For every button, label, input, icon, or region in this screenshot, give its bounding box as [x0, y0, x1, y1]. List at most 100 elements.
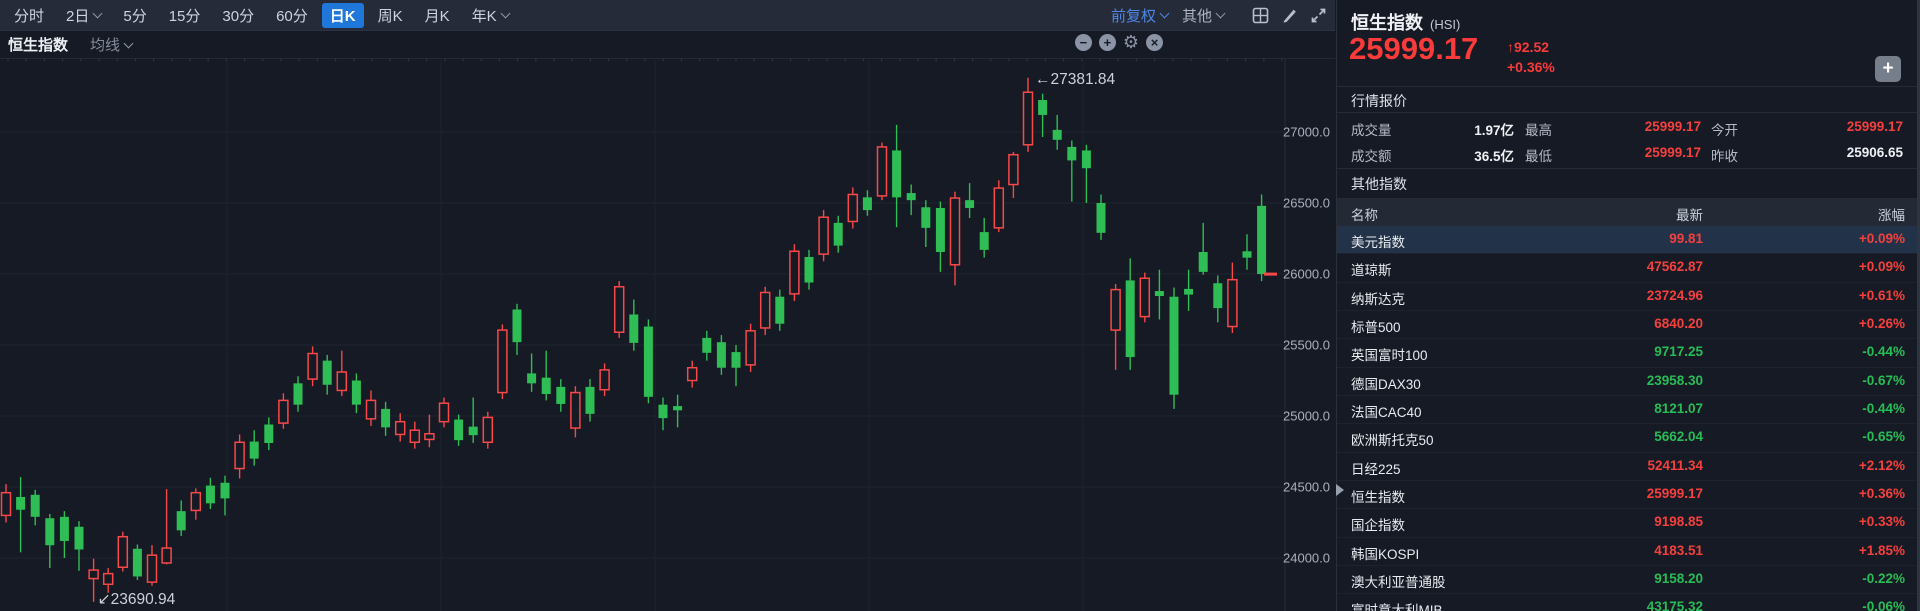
- index-row-恒生指数[interactable]: 恒生指数25999.17+0.36%: [1337, 481, 1920, 509]
- quote-label: 今开: [1711, 119, 1738, 139]
- index-change-value: +2.12%: [1859, 458, 1905, 473]
- svg-text:24000.0: 24000.0: [1283, 551, 1330, 566]
- index-change-value: +0.61%: [1859, 288, 1905, 303]
- indices-section-title: 其他指数: [1351, 174, 1407, 194]
- index-last-value: 9717.25: [1654, 344, 1703, 359]
- quote-label: 昨收: [1711, 145, 1738, 165]
- index-name: 法国CAC40: [1351, 401, 1422, 421]
- index-change-value: -0.44%: [1862, 401, 1905, 416]
- svg-text:25000.0: 25000.0: [1283, 409, 1330, 424]
- close-icon[interactable]: ×: [1146, 34, 1163, 51]
- index-change-value: -0.06%: [1862, 599, 1905, 611]
- gear-icon[interactable]: ⚙: [1123, 34, 1139, 51]
- panel-symbol-code: (HSI): [1430, 17, 1460, 32]
- other-indicators-dropdown[interactable]: 其他: [1182, 5, 1224, 26]
- col-change-header: 涨幅: [1878, 204, 1905, 224]
- last-price: 25999.17: [1349, 31, 1478, 67]
- index-last-value: 5662.04: [1654, 429, 1703, 444]
- period-tab-15分[interactable]: 15分: [161, 3, 209, 28]
- index-name: 道琼斯: [1351, 259, 1392, 279]
- index-row-道琼斯[interactable]: 道琼斯 47562.87 +0.09%: [1337, 254, 1920, 282]
- svg-text:25500.0: 25500.0: [1283, 338, 1330, 353]
- candlestick-chart[interactable]: 27000.026500.026000.025500.025000.024500…: [0, 58, 1336, 611]
- index-name: 富时意大利MIB: [1351, 599, 1443, 611]
- svg-text:↙23690.94: ↙23690.94: [98, 591, 176, 608]
- index-change-value: +0.33%: [1859, 514, 1905, 529]
- index-last-value: 23958.30: [1647, 373, 1703, 388]
- index-name: 恒生指数: [1351, 486, 1405, 506]
- index-row-富时意大利MIB[interactable]: 富时意大利MIB 43175.32 -0.06%: [1337, 594, 1920, 611]
- svg-text:24500.0: 24500.0: [1283, 480, 1330, 495]
- index-row-英国富时100[interactable]: 英国富时1009717.25-0.44%: [1337, 339, 1920, 367]
- fullscreen-expand-icon[interactable]: [1310, 7, 1327, 24]
- adjust-mode-dropdown[interactable]: 前复权: [1111, 5, 1168, 26]
- index-change-value: +1.85%: [1859, 543, 1905, 558]
- chevron-down-icon: [500, 9, 510, 19]
- add-to-watchlist-button[interactable]: +: [1875, 56, 1901, 82]
- index-row-国企指数[interactable]: 国企指数 9198.85 +0.33%: [1337, 509, 1920, 537]
- draw-pen-icon[interactable]: [1281, 7, 1298, 24]
- index-row-日经225[interactable]: 日经22552411.34+2.12%: [1337, 453, 1920, 481]
- index-name: 纳斯达克: [1351, 288, 1405, 308]
- svg-text:←27381.84: ←27381.84: [1035, 71, 1116, 88]
- index-name: 国企指数: [1351, 514, 1405, 534]
- index-last-value: 6840.20: [1654, 316, 1703, 331]
- zoom-out-icon[interactable]: −: [1075, 34, 1092, 51]
- trading-app-window: 分时2日5分 15分30分60分日K周K月K年K 前复权 其他 恒生指数: [0, 0, 1920, 611]
- index-row-欧洲斯托克50[interactable]: 欧洲斯托克505662.04-0.65%: [1337, 424, 1920, 452]
- adjust-mode-label: 前复权: [1111, 5, 1156, 26]
- price-change: ↑92.52: [1507, 39, 1549, 55]
- index-change-value: +0.26%: [1859, 316, 1905, 331]
- quote-label: 最高: [1525, 119, 1552, 139]
- layout-grid-icon[interactable]: [1252, 7, 1269, 24]
- quote-value: 25999.17: [1847, 119, 1903, 134]
- index-row-澳大利亚普通股[interactable]: 澳大利亚普通股9158.20-0.22%: [1337, 566, 1920, 594]
- quote-panel: 恒生指数(HSI) 25999.17 ↑92.52 +0.36% + 行情报价 …: [1336, 0, 1920, 611]
- index-last-value: 8121.07: [1654, 401, 1703, 416]
- period-tab-5分[interactable]: 5分: [115, 3, 154, 28]
- index-name: 标普500: [1351, 316, 1401, 336]
- index-change-value: +0.09%: [1859, 259, 1905, 274]
- index-row-美元指数[interactable]: 美元指数 99.81 +0.09%: [1337, 226, 1920, 254]
- period-tab-2日[interactable]: 2日: [58, 3, 109, 28]
- ma-dropdown[interactable]: 均线: [90, 34, 132, 55]
- index-last-value: 25999.17: [1647, 486, 1703, 501]
- period-tab-30分[interactable]: 30分: [214, 3, 262, 28]
- svg-text:26500.0: 26500.0: [1283, 195, 1330, 210]
- svg-text:26000.0: 26000.0: [1283, 266, 1330, 281]
- quote-section-title: 行情报价: [1351, 91, 1407, 111]
- period-tab-60分[interactable]: 60分: [268, 3, 316, 28]
- index-last-value: 99.81: [1669, 231, 1703, 246]
- indices-table: 美元指数 99.81 +0.09% 道琼斯 47562.87 +0.09% 纳斯达克2372…: [1337, 226, 1920, 611]
- period-tab-周K[interactable]: 周K: [370, 3, 411, 28]
- period-tab-日K[interactable]: 日K: [322, 3, 364, 28]
- index-last-value: 9198.85: [1654, 514, 1703, 529]
- ma-label: 均线: [90, 34, 120, 55]
- index-name: 英国富时100: [1351, 344, 1428, 364]
- index-row-纳斯达克[interactable]: 纳斯达克23724.96+0.61%: [1337, 283, 1920, 311]
- index-name: 德国DAX30: [1351, 373, 1421, 393]
- index-change-value: +0.09%: [1859, 231, 1905, 246]
- index-last-value: 47562.87: [1647, 259, 1703, 274]
- index-row-法国CAC40[interactable]: 法国CAC40 8121.07 -0.44%: [1337, 396, 1920, 424]
- chart-header-bar: 恒生指数 均线 − + ⚙ ×: [0, 31, 1335, 58]
- period-tab-分时[interactable]: 分时: [6, 3, 52, 28]
- index-last-value: 43175.32: [1647, 599, 1703, 611]
- chart-symbol-label: 恒生指数: [8, 34, 68, 55]
- index-row-韩国KOSPI[interactable]: 韩国KOSPI4183.51+1.85%: [1337, 538, 1920, 566]
- index-row-标普500[interactable]: 标普500 6840.20 +0.26%: [1337, 311, 1920, 339]
- index-row-德国DAX30[interactable]: 德国DAX3023958.30-0.67%: [1337, 368, 1920, 396]
- quote-value: 1.97亿: [1474, 119, 1514, 139]
- quote-value: 25999.17: [1645, 145, 1701, 160]
- quote-value: 25999.17: [1645, 119, 1701, 134]
- index-last-value: 9158.20: [1654, 571, 1703, 586]
- index-last-value: 4183.51: [1654, 543, 1703, 558]
- period-tab-月K[interactable]: 月K: [417, 3, 458, 28]
- zoom-in-icon[interactable]: +: [1099, 34, 1116, 51]
- panel-collapse-arrow-icon[interactable]: [1336, 484, 1344, 496]
- index-change-value: -0.65%: [1862, 429, 1905, 444]
- index-name: 日经225: [1351, 458, 1401, 478]
- chevron-down-icon: [124, 38, 134, 48]
- index-name: 美元指数: [1351, 231, 1405, 251]
- period-tab-年K[interactable]: 年K: [464, 3, 517, 28]
